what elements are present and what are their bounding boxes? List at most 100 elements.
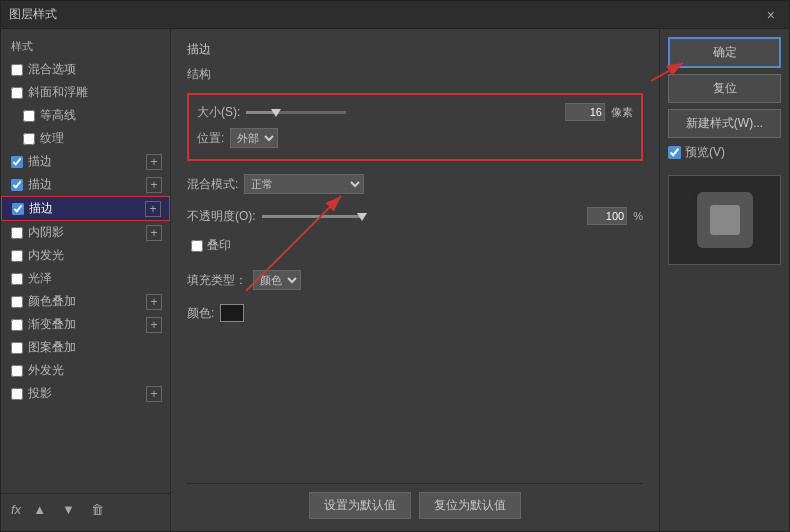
pattern-overlay-checkbox[interactable] bbox=[11, 342, 23, 354]
opacity-label: 不透明度(O): bbox=[187, 208, 256, 225]
sidebar-item-inner-glow[interactable]: 内发光 bbox=[1, 244, 170, 267]
shadow-plus-icon[interactable]: + bbox=[146, 386, 162, 402]
blending-checkbox[interactable] bbox=[11, 64, 23, 76]
shadow-label: 投影 bbox=[28, 385, 146, 402]
sub-section-title: 结构 bbox=[187, 66, 643, 83]
texture-label: 纹理 bbox=[40, 130, 162, 147]
stroke-structure-box: 大小(S): 像素 位置: 外部 内部 bbox=[187, 93, 643, 161]
preview-content bbox=[710, 205, 740, 235]
sidebar-item-shadow[interactable]: 投影 + bbox=[1, 382, 170, 405]
move-up-button[interactable]: ▲ bbox=[29, 500, 50, 519]
fx-label: fx bbox=[11, 502, 21, 517]
gradient-overlay-label: 渐变叠加 bbox=[28, 316, 146, 333]
delete-button[interactable]: 🗑 bbox=[87, 500, 108, 519]
sidebar-item-stroke2[interactable]: 描边 + bbox=[1, 173, 170, 196]
fill-type-label: 填充类型： bbox=[187, 272, 247, 289]
satin-checkbox[interactable] bbox=[11, 273, 23, 285]
opacity-slider-container bbox=[262, 215, 582, 218]
color-row: 颜色: bbox=[187, 302, 643, 324]
opacity-row: 不透明度(O): % bbox=[187, 205, 643, 227]
sidebar-item-inner-shadow[interactable]: 内阴影 + bbox=[1, 221, 170, 244]
overprint-checkbox[interactable] bbox=[191, 240, 203, 252]
stroke3-label: 描边 bbox=[29, 200, 145, 217]
preview-checkbox[interactable] bbox=[668, 146, 681, 159]
stroke1-checkbox[interactable] bbox=[11, 156, 23, 168]
sidebar-item-stroke1[interactable]: 描边 + bbox=[1, 150, 170, 173]
opacity-slider-thumb[interactable] bbox=[357, 213, 367, 221]
stroke2-plus-icon[interactable]: + bbox=[146, 177, 162, 193]
sidebar-item-bevel[interactable]: 斜面和浮雕 bbox=[1, 81, 170, 104]
sidebar-item-pattern-overlay[interactable]: 图案叠加 bbox=[1, 336, 170, 359]
color-overlay-checkbox[interactable] bbox=[11, 296, 23, 308]
opacity-input[interactable] bbox=[587, 207, 627, 225]
overprint-row: 叠印 bbox=[187, 237, 643, 254]
shadow-checkbox[interactable] bbox=[11, 388, 23, 400]
preview-area bbox=[668, 175, 781, 265]
sidebar-item-contour[interactable]: 等高线 bbox=[1, 104, 170, 127]
blend-select[interactable]: 正常 溶解 正片叠底 bbox=[244, 174, 364, 194]
section-title: 描边 bbox=[187, 41, 643, 58]
set-default-button[interactable]: 设置为默认值 bbox=[309, 492, 411, 519]
preview-inner bbox=[697, 192, 753, 248]
color-swatch[interactable] bbox=[220, 304, 244, 322]
sidebar-item-satin[interactable]: 光泽 bbox=[1, 267, 170, 290]
inner-shadow-checkbox[interactable] bbox=[11, 227, 23, 239]
opacity-unit: % bbox=[633, 210, 643, 222]
inner-glow-checkbox[interactable] bbox=[11, 250, 23, 262]
blend-row: 混合模式: 正常 溶解 正片叠底 bbox=[187, 173, 643, 195]
new-style-button[interactable]: 新建样式(W)... bbox=[668, 109, 781, 138]
preview-row: 预览(V) bbox=[668, 144, 781, 161]
stroke3-checkbox[interactable] bbox=[12, 203, 24, 215]
inner-shadow-plus-icon[interactable]: + bbox=[146, 225, 162, 241]
stroke1-plus-icon[interactable]: + bbox=[146, 154, 162, 170]
sidebar-item-color-overlay[interactable]: 颜色叠加 + bbox=[1, 290, 170, 313]
close-button[interactable]: × bbox=[761, 5, 781, 25]
gradient-overlay-checkbox[interactable] bbox=[11, 319, 23, 331]
stroke2-label: 描边 bbox=[28, 176, 146, 193]
bevel-checkbox[interactable] bbox=[11, 87, 23, 99]
contour-checkbox[interactable] bbox=[23, 110, 35, 122]
gradient-overlay-plus-icon[interactable]: + bbox=[146, 317, 162, 333]
move-down-button[interactable]: ▼ bbox=[58, 500, 79, 519]
position-select[interactable]: 外部 内部 居中 bbox=[230, 128, 278, 148]
sidebar-item-blending[interactable]: 混合选项 bbox=[1, 58, 170, 81]
sidebar-item-texture[interactable]: 纹理 bbox=[1, 127, 170, 150]
color-overlay-plus-icon[interactable]: + bbox=[146, 294, 162, 310]
outer-glow-checkbox[interactable] bbox=[11, 365, 23, 377]
styles-label: 样式 bbox=[1, 35, 170, 58]
pattern-overlay-label: 图案叠加 bbox=[28, 339, 162, 356]
color-overlay-label: 颜色叠加 bbox=[28, 293, 146, 310]
overprint-label: 叠印 bbox=[207, 237, 231, 254]
ok-button[interactable]: 确定 bbox=[668, 37, 781, 68]
sidebar-item-gradient-overlay[interactable]: 渐变叠加 + bbox=[1, 313, 170, 336]
position-row: 位置: 外部 内部 居中 bbox=[197, 127, 633, 149]
size-input[interactable] bbox=[565, 103, 605, 121]
sidebar-item-outer-glow[interactable]: 外发光 bbox=[1, 359, 170, 382]
size-label: 大小(S): bbox=[197, 104, 240, 121]
reset-button[interactable]: 复位 bbox=[668, 74, 781, 103]
fill-type-select[interactable]: 颜色 渐变 图案 bbox=[253, 270, 301, 290]
size-slider-thumb[interactable] bbox=[271, 109, 281, 117]
stroke2-checkbox[interactable] bbox=[11, 179, 23, 191]
opacity-slider-track[interactable] bbox=[262, 215, 362, 218]
stroke3-plus-icon[interactable]: + bbox=[145, 201, 161, 217]
texture-checkbox[interactable] bbox=[23, 133, 35, 145]
reset-default-button[interactable]: 复位为默认值 bbox=[419, 492, 521, 519]
bottom-buttons: 设置为默认值 复位为默认值 bbox=[187, 483, 643, 519]
sidebar: 样式 混合选项 斜面和浮雕 等高线 纹理 bbox=[1, 29, 171, 531]
size-row: 大小(S): 像素 bbox=[197, 101, 633, 123]
dialog-layer-style: 图层样式 × 样式 混合选项 斜面和浮雕 等高线 纹理 bbox=[0, 0, 790, 532]
fill-type-row: 填充类型： 颜色 渐变 图案 bbox=[187, 270, 643, 290]
sidebar-item-stroke3[interactable]: 描边 + bbox=[1, 196, 170, 221]
main-panel: 描边 结构 大小(S): 像素 bbox=[171, 29, 659, 531]
color-label: 颜色: bbox=[187, 305, 214, 322]
blend-label: 混合模式: bbox=[187, 176, 238, 193]
stroke1-label: 描边 bbox=[28, 153, 146, 170]
dialog-body: 样式 混合选项 斜面和浮雕 等高线 纹理 bbox=[1, 29, 789, 531]
inner-shadow-label: 内阴影 bbox=[28, 224, 146, 241]
size-slider-container bbox=[246, 111, 559, 114]
title-bar: 图层样式 × bbox=[1, 1, 789, 29]
dialog-title: 图层样式 bbox=[9, 6, 57, 23]
position-label: 位置: bbox=[197, 130, 224, 147]
size-slider-track[interactable] bbox=[246, 111, 346, 114]
